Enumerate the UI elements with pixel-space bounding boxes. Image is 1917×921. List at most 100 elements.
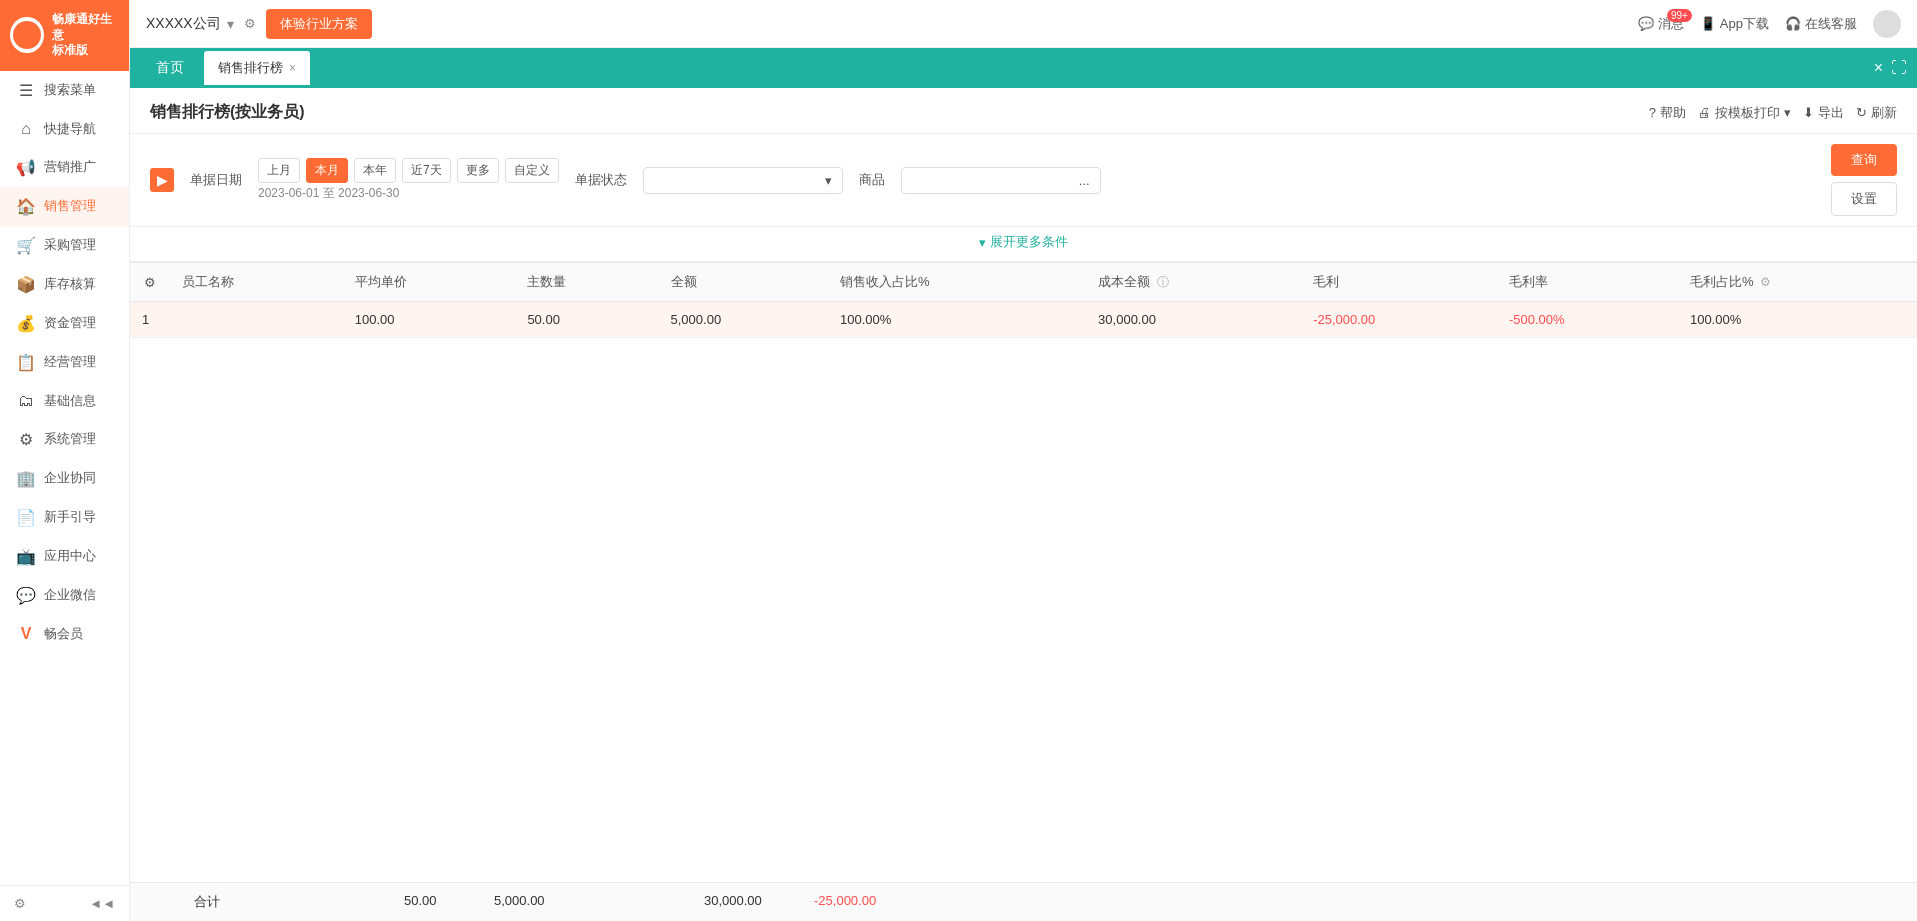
company-name: XXXXX公司: [146, 15, 221, 33]
col-profit: 毛利: [1301, 263, 1497, 302]
tab-home[interactable]: 首页: [140, 51, 200, 85]
online-service-label: 在线客服: [1805, 15, 1857, 33]
goods-more-icon: ...: [1079, 173, 1090, 188]
page-actions: ? 帮助 🖨 按模板打印 ▾ ⬇ 导出 ↻ 刷新: [1649, 104, 1897, 122]
filter-expand-btn[interactable]: ▶: [150, 168, 174, 192]
sidebar-item-inventory[interactable]: 📦 库存核算: [0, 265, 129, 304]
footer-total: 5,000.00: [482, 893, 582, 911]
user-avatar[interactable]: [1873, 10, 1901, 38]
sidebar-item-basic-info[interactable]: 🗂 基础信息: [0, 382, 129, 420]
tab-close-icon[interactable]: ×: [289, 61, 296, 75]
tab-sales-ranking[interactable]: 销售排行榜 ×: [204, 51, 310, 85]
sidebar-item-marketing[interactable]: 📢 营销推广: [0, 148, 129, 187]
wechat-icon: 💬: [16, 586, 36, 605]
goods-input[interactable]: ...: [901, 167, 1101, 194]
expand-down-icon: ▾: [979, 235, 986, 250]
sidebar-item-search-order[interactable]: ☰ 搜索菜单: [0, 71, 129, 110]
cell-cost: 30,000.00: [1086, 302, 1301, 338]
settings-gear-icon[interactable]: ⚙: [244, 16, 256, 31]
cell-profit: -25,000.00: [1301, 302, 1497, 338]
col-profit-ratio: 毛利占比% ⚙: [1678, 263, 1917, 302]
cell-profit-ratio: 100.00%: [1678, 302, 1917, 338]
filter-bar: ▶ 单据日期 上月 本月 本年 近7天 更多 自定义 2023-06-01 至 …: [130, 134, 1917, 227]
capital-icon: 💰: [16, 314, 36, 333]
col-sales-ratio: 销售收入占比%: [828, 263, 1086, 302]
date-range-display: 2023-06-01 至 2023-06-30: [258, 185, 559, 202]
operation-icon: 📋: [16, 353, 36, 372]
sidebar-item-sales[interactable]: 🏠 销售管理: [0, 187, 129, 226]
sidebar-item-quick-nav[interactable]: ⌂ 快捷导航: [0, 110, 129, 148]
tab-fullscreen-button[interactable]: ⛶: [1891, 59, 1907, 77]
col-cost: 成本全额 ⓘ: [1086, 263, 1301, 302]
sidebar-item-enterprise[interactable]: 🏢 企业协同: [0, 459, 129, 498]
company-dropdown-icon: ▾: [227, 16, 234, 32]
cell-total: 5,000.00: [659, 302, 829, 338]
guide-icon: 📄: [16, 508, 36, 527]
status-select[interactable]: ▾: [643, 167, 843, 194]
trial-button[interactable]: 体验行业方案: [266, 9, 372, 39]
sidebar-item-guide[interactable]: 📄 新手引导: [0, 498, 129, 537]
tab-close-all-button[interactable]: ×: [1874, 59, 1883, 77]
refresh-button[interactable]: ↻ 刷新: [1856, 104, 1897, 122]
last-month-btn[interactable]: 上月: [258, 158, 300, 183]
cell-sales-ratio: 100.00%: [828, 302, 1086, 338]
sidebar-item-system[interactable]: ⚙ 系统管理: [0, 420, 129, 459]
refresh-icon: ↻: [1856, 105, 1867, 120]
query-button[interactable]: 查询: [1831, 144, 1897, 176]
brand-logo: [10, 17, 44, 53]
enterprise-icon: 🏢: [16, 469, 36, 488]
table-scroll[interactable]: ⚙ 员工名称 平均单价 主数量 全额 销售收入占比% 成本全额 ⓘ 毛利: [130, 262, 1917, 882]
goods-label: 商品: [859, 171, 885, 189]
marketing-icon: 📢: [16, 158, 36, 177]
basic-info-icon: 🗂: [16, 392, 36, 410]
last-7-days-btn[interactable]: 近7天: [402, 158, 451, 183]
sidebar-item-capital[interactable]: 💰 资金管理: [0, 304, 129, 343]
sidebar-item-purchase[interactable]: 🛒 采购管理: [0, 226, 129, 265]
sidebar-brand: 畅康通好生意 标准版: [0, 0, 129, 71]
template-print-button[interactable]: 🖨 按模板打印 ▾: [1698, 104, 1791, 122]
more-btn[interactable]: 更多: [457, 158, 499, 183]
company-selector[interactable]: XXXXX公司 ▾: [146, 15, 234, 33]
this-month-btn[interactable]: 本月: [306, 158, 348, 183]
sidebar-item-app-center[interactable]: 📺 应用中心: [0, 537, 129, 576]
footer-spacer: [142, 893, 182, 911]
sidebar-item-wechat[interactable]: 💬 企业微信: [0, 576, 129, 615]
profit-ratio-settings-icon[interactable]: ⚙: [1760, 275, 1771, 289]
status-label: 单据状态: [575, 171, 627, 189]
topbar-right: 💬 消息 99+ 📱 App下载 🎧 在线客服: [1638, 10, 1901, 38]
search-order-icon: ☰: [16, 81, 36, 100]
footer-profit: -25,000.00: [802, 893, 912, 911]
brand-line1: 畅康通好生意: [52, 12, 119, 43]
print-dropdown-icon: ▾: [1784, 105, 1791, 120]
sidebar-collapse-icon[interactable]: ◄◄: [89, 896, 115, 911]
export-icon: ⬇: [1803, 105, 1814, 120]
quick-nav-icon: ⌂: [16, 120, 36, 138]
custom-btn[interactable]: 自定义: [505, 158, 559, 183]
message-icon: 💬: [1638, 16, 1654, 31]
expand-conditions-button[interactable]: ▾ 展开更多条件: [979, 233, 1068, 251]
this-year-btn[interactable]: 本年: [354, 158, 396, 183]
tabbar-right-actions: × ⛶: [1874, 59, 1907, 77]
export-button[interactable]: ⬇ 导出: [1803, 104, 1844, 122]
footer-label: 合计: [182, 893, 302, 911]
footer-qty: 50.00: [392, 893, 482, 911]
column-settings-icon[interactable]: ⚙: [144, 275, 156, 290]
message-button[interactable]: 💬 消息 99+: [1638, 15, 1684, 33]
sidebar-item-operation[interactable]: 📋 经营管理: [0, 343, 129, 382]
sidebar-item-member[interactable]: V 畅会员: [0, 615, 129, 653]
online-service-button[interactable]: 🎧 在线客服: [1785, 15, 1857, 33]
settings-button[interactable]: 设置: [1831, 182, 1897, 216]
topbar: XXXXX公司 ▾ ⚙ 体验行业方案 💬 消息 99+ 📱 App下载 🎧 在线…: [130, 0, 1917, 48]
help-icon: ?: [1649, 105, 1656, 120]
date-filter-group: 上月 本月 本年 近7天 更多 自定义 2023-06-01 至 2023-06…: [258, 158, 559, 202]
col-settings: ⚙: [130, 263, 170, 302]
brand-line2: 标准版: [52, 43, 119, 59]
table-row: 1 100.00 50.00 5,000.00 100.00% 30,000.0…: [130, 302, 1917, 338]
rankings-table: ⚙ 员工名称 平均单价 主数量 全额 销售收入占比% 成本全额 ⓘ 毛利: [130, 262, 1917, 338]
sidebar-settings-icon[interactable]: ⚙: [14, 896, 26, 911]
col-qty: 主数量: [515, 263, 658, 302]
help-button[interactable]: ? 帮助: [1649, 104, 1686, 122]
app-download-button[interactable]: 📱 App下载: [1700, 15, 1769, 33]
main-area: XXXXX公司 ▾ ⚙ 体验行业方案 💬 消息 99+ 📱 App下载 🎧 在线…: [130, 0, 1917, 921]
sales-icon: 🏠: [16, 197, 36, 216]
